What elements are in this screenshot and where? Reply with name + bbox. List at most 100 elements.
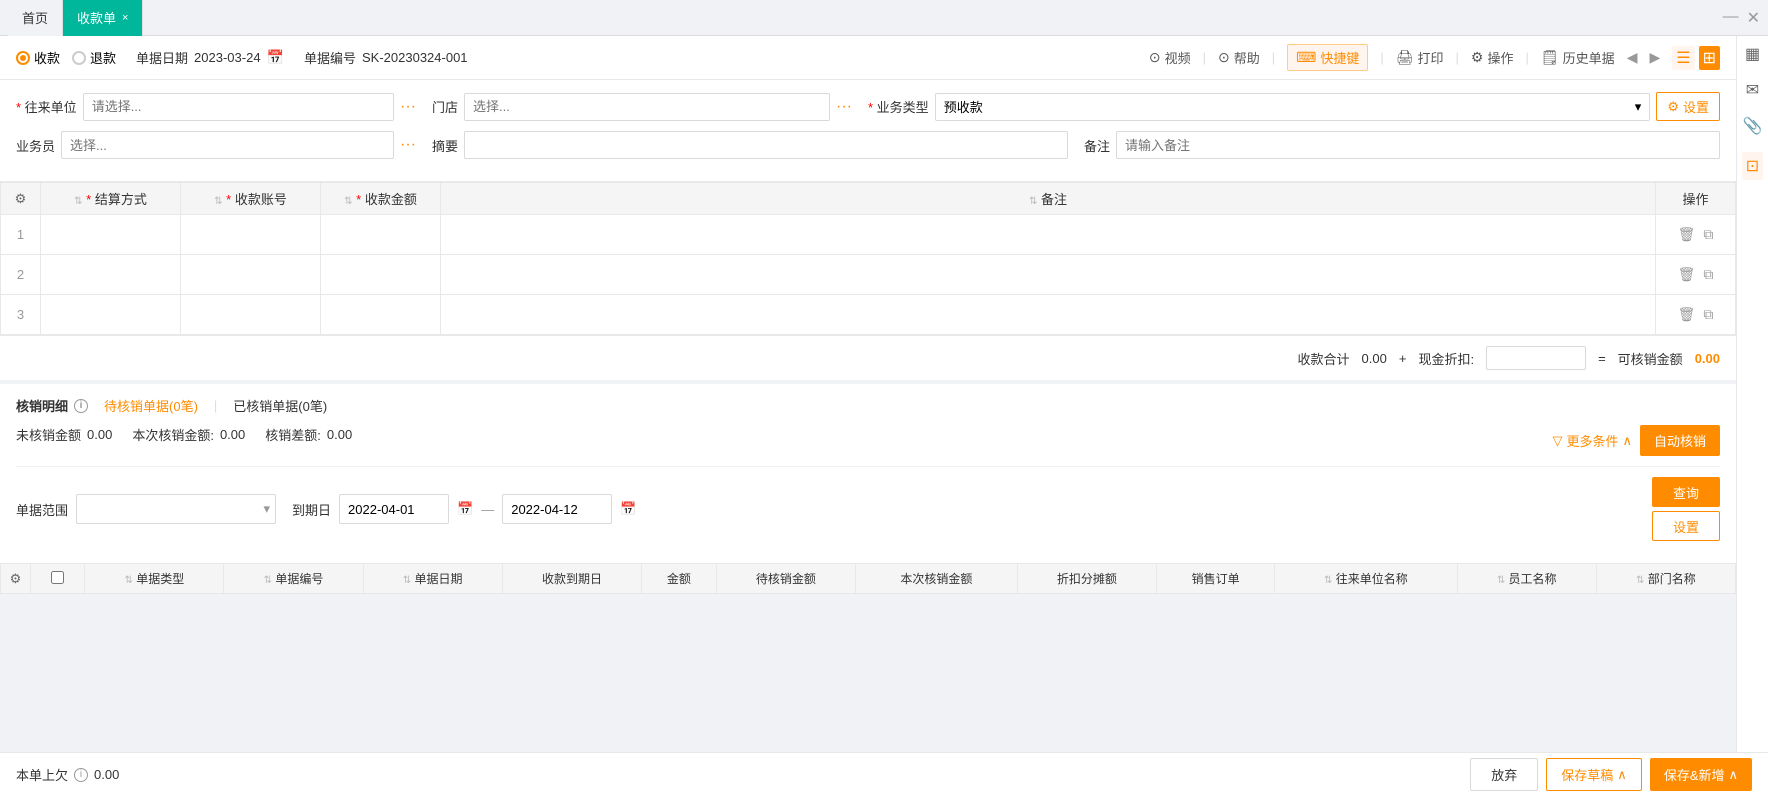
shortcut-btn[interactable]: ⌨ 快捷键 [1287, 44, 1368, 71]
unchecked-label: 未核销金额 [16, 425, 81, 444]
remark-input[interactable] [1116, 131, 1720, 159]
col-account-label: 收款账号 [235, 192, 287, 207]
col-note-label: 备注 [1041, 192, 1067, 207]
nav-left-icon[interactable]: ◀ [1627, 49, 1638, 66]
abandon-btn[interactable]: 放弃 [1470, 758, 1538, 791]
bottom-col-staff: ⇅ 员工名称 [1457, 564, 1596, 594]
tab-close-icon[interactable]: × [122, 12, 128, 24]
save-draft-btn[interactable]: 保存草稿 ∧ [1546, 758, 1642, 791]
table-settings-icon[interactable]: ⚙ [15, 191, 27, 206]
window-minimize-icon[interactable]: — [1723, 8, 1739, 28]
history-label: 历史单据 [1563, 48, 1615, 67]
row-1-delete-icon[interactable]: 🗑 [1678, 226, 1696, 243]
row-3-amount[interactable] [321, 295, 441, 335]
row-1-account[interactable] [181, 215, 321, 255]
save-new-btn[interactable]: 保存&新增 ∧ [1650, 758, 1752, 791]
bottom-table-settings-icon[interactable]: ⚙ [10, 571, 22, 586]
radio-receive[interactable]: 收款 [16, 48, 60, 67]
bottom-col-dept: ⇅ 部门名称 [1596, 564, 1735, 594]
grid-view-icon[interactable]: ⊞ [1699, 46, 1720, 70]
date-to-calendar-icon[interactable]: 📅 [620, 501, 636, 517]
row-3-payment[interactable] [41, 295, 181, 335]
date-to-input[interactable] [502, 494, 612, 524]
row-2-note[interactable] [441, 255, 1656, 295]
save-new-label: 保存&新增 [1664, 765, 1725, 784]
date-from-calendar-icon[interactable]: 📅 [457, 501, 473, 517]
net-label: 可核销金额 [1618, 349, 1683, 368]
net-value: 0.00 [1695, 351, 1720, 366]
counterpart-more-icon[interactable]: ··· [400, 98, 416, 116]
row-1-note[interactable] [441, 215, 1656, 255]
biz-type-select[interactable]: 预收款 ▾ [935, 93, 1651, 121]
bottom-col-date: ⇅ 单据日期 [363, 564, 502, 594]
remark-field: 备注 [1084, 131, 1720, 159]
help-icon: ⊙ [1218, 49, 1230, 66]
diff-amount: 核销差额: 0.00 [265, 425, 352, 444]
row-1-copy-icon[interactable]: ⧉ [1703, 226, 1713, 243]
list-view-icon[interactable]: ☰ [1672, 46, 1694, 70]
bottom-info-icon[interactable]: i [74, 768, 88, 782]
table-row: 3 🗑 ⧉ [1, 295, 1736, 335]
help-btn[interactable]: ⊙ 帮助 [1218, 48, 1260, 67]
row-2-amount[interactable] [321, 255, 441, 295]
filter-settings-btn[interactable]: 设置 [1652, 511, 1720, 541]
pending-tab-link[interactable]: 待核销单据(0笔) [104, 396, 198, 415]
more-filter-btn[interactable]: ▽ 更多条件 ∧ [1552, 431, 1632, 450]
row-1-payment[interactable] [41, 215, 181, 255]
row-3-copy-icon[interactable]: ⧉ [1703, 306, 1713, 323]
row-2-copy-icon[interactable]: ⧉ [1703, 266, 1713, 283]
query-btn[interactable]: 查询 [1652, 477, 1720, 507]
row-3-note[interactable] [441, 295, 1656, 335]
biz-type-value: 预收款 [944, 97, 983, 116]
save-draft-chevron-icon: ∧ [1617, 767, 1627, 783]
scope-select[interactable] [76, 494, 276, 524]
sidebar-clip-icon[interactable]: 📎 [1743, 116, 1763, 136]
row-2-num: 2 [1, 255, 41, 295]
window-close-icon[interactable]: ✕ [1747, 8, 1760, 28]
sidebar-email-icon[interactable]: ✉ [1746, 80, 1759, 100]
auto-btn-label: 自动核销 [1654, 434, 1706, 449]
done-tab-link[interactable]: 已核销单据(0笔) [233, 396, 327, 415]
form-settings-btn[interactable]: ⚙ 设置 [1656, 92, 1720, 121]
discount-input[interactable] [1486, 346, 1586, 370]
nuclear-info-icon[interactable]: i [74, 399, 88, 413]
calendar-icon[interactable]: 📅 [267, 49, 284, 66]
toolbar-right: ⊙ 视频 | ⊙ 帮助 | ⌨ 快捷键 | 🖨 打印 | ⚙ 操作 [1149, 44, 1720, 71]
total-value: 0.00 [1362, 351, 1387, 366]
row-3-account[interactable] [181, 295, 321, 335]
col-payment-header: ⇅ * 结算方式 [41, 183, 181, 215]
row-2-payment[interactable] [41, 255, 181, 295]
salesperson-more-icon[interactable]: ··· [400, 136, 416, 154]
select-all-checkbox[interactable] [51, 571, 64, 584]
row-3-num: 3 [1, 295, 41, 335]
tab-receipt[interactable]: 收款单 × [63, 0, 143, 36]
sidebar-table-icon[interactable]: ▦ [1745, 44, 1760, 64]
col-payment-required: * [86, 192, 91, 207]
date-from-input[interactable] [339, 494, 449, 524]
row-1-amount[interactable] [321, 215, 441, 255]
operation-btn[interactable]: ⚙ 操作 [1471, 48, 1514, 67]
tab-home[interactable]: 首页 [8, 0, 63, 36]
plus-sign: + [1399, 351, 1407, 366]
nav-right-icon[interactable]: ▶ [1649, 49, 1660, 66]
operation-label: 操作 [1487, 48, 1513, 67]
radio-refund[interactable]: 退款 [72, 48, 116, 67]
video-btn[interactable]: ⊙ 视频 [1149, 48, 1191, 67]
counterpart-input[interactable] [83, 93, 394, 121]
salesperson-input[interactable] [61, 131, 394, 159]
print-btn[interactable]: 🖨 打印 [1396, 48, 1444, 67]
row-2-account[interactable] [181, 255, 321, 295]
row-2-delete-icon[interactable]: 🗑 [1678, 266, 1696, 283]
auto-nuclear-btn[interactable]: 自动核销 [1640, 425, 1720, 456]
summary-input[interactable] [464, 131, 1068, 159]
operation-icon: ⚙ [1471, 49, 1484, 66]
history-btn[interactable]: 🗒 历史单据 [1541, 48, 1615, 67]
radio-refund-dot [72, 51, 86, 65]
row-3-delete-icon[interactable]: 🗑 [1678, 306, 1696, 323]
sort-type-icon: ⇅ [125, 575, 133, 586]
store-field: 门店 ··· [432, 93, 852, 121]
store-more-icon[interactable]: ··· [836, 98, 852, 116]
sidebar-screenshot-icon[interactable]: ⊡ [1742, 152, 1763, 180]
store-input[interactable] [464, 93, 830, 121]
sort-staff-icon: ⇅ [1497, 575, 1505, 586]
